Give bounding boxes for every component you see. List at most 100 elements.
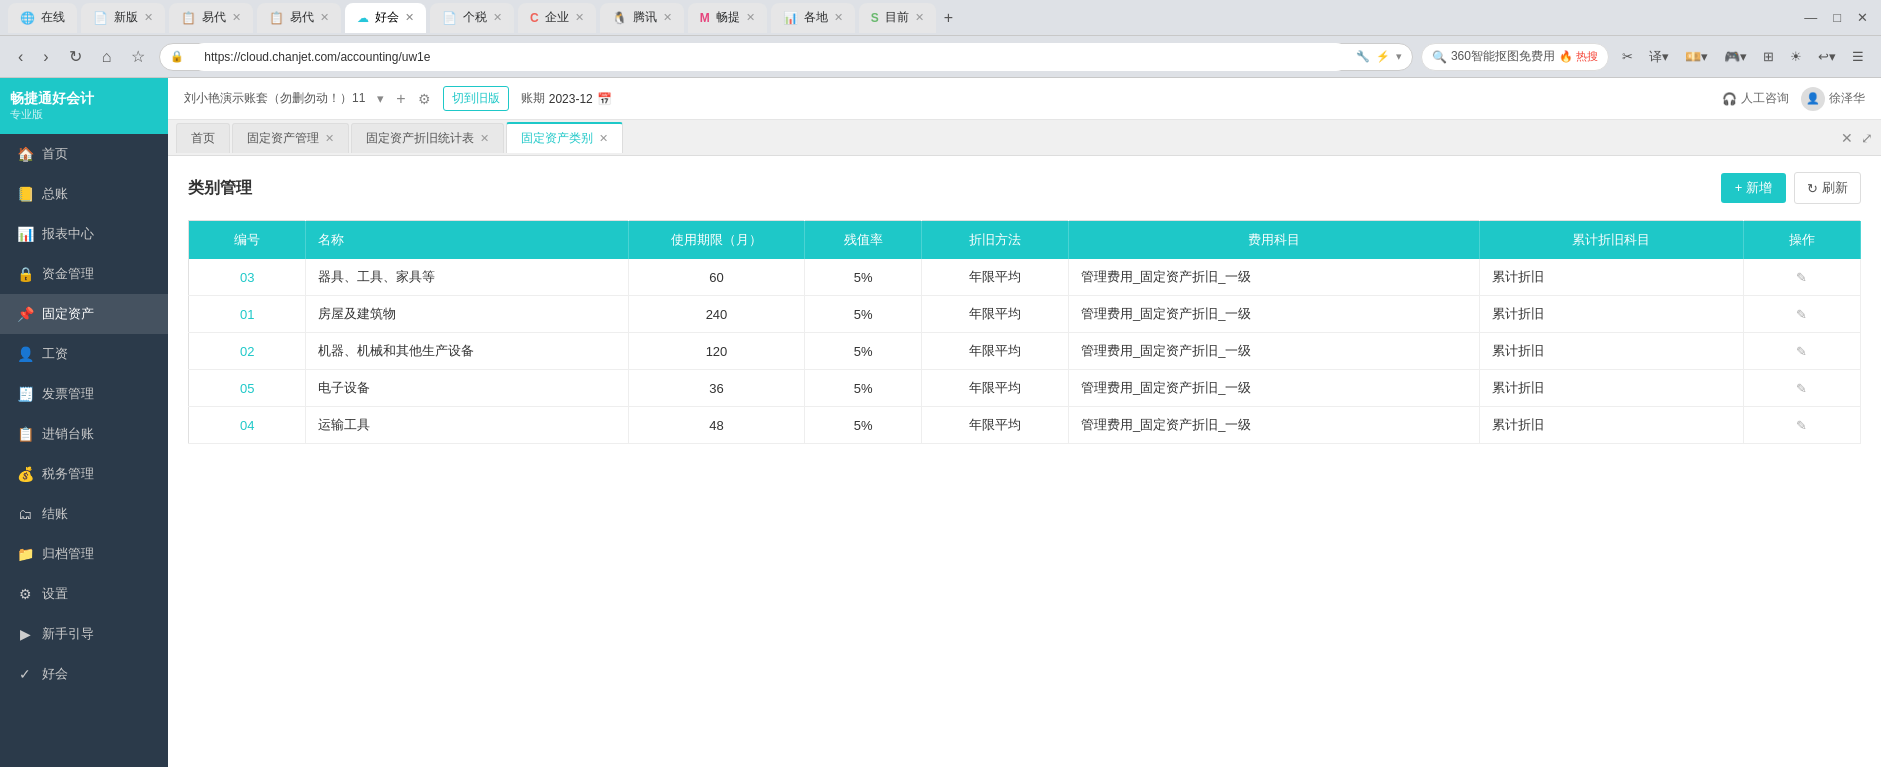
- cell-expense: 管理费用_固定资产折旧_一级: [1068, 259, 1479, 296]
- tab-assets-mgmt[interactable]: 固定资产管理 ✕: [232, 123, 349, 153]
- cell-months: 48: [628, 407, 804, 444]
- add-button[interactable]: + 新增: [1721, 173, 1786, 203]
- edit-icon[interactable]: ✎: [1796, 381, 1807, 396]
- sidebar-item-guide[interactable]: ▶ 新手引导: [0, 614, 168, 654]
- sidebar-item-home[interactable]: 🏠 首页: [0, 134, 168, 174]
- cell-residual: 5%: [804, 259, 921, 296]
- browser-tab-7[interactable]: C 企业 ✕: [518, 3, 596, 33]
- tab-close-3[interactable]: ✕: [232, 11, 241, 24]
- maximize-button[interactable]: □: [1828, 8, 1846, 27]
- edit-icon[interactable]: ✎: [1796, 418, 1807, 433]
- tab-close-7[interactable]: ✕: [575, 11, 584, 24]
- edit-icon[interactable]: ✎: [1796, 270, 1807, 285]
- sidebar-item-archive[interactable]: 📁 归档管理: [0, 534, 168, 574]
- tab-home[interactable]: 首页: [176, 123, 230, 153]
- table-row: 03 器具、工具、家具等 60 5% 年限平均 管理费用_固定资产折旧_一级 累…: [189, 259, 1861, 296]
- browser-tab-10[interactable]: 📊 各地 ✕: [771, 3, 855, 33]
- close-period-icon: 🗂: [16, 506, 34, 522]
- calendar-icon[interactable]: 📅: [597, 92, 612, 106]
- settings-button[interactable]: ⚙: [418, 91, 431, 107]
- browser-tab-8[interactable]: 🐧 腾讯 ✕: [600, 3, 684, 33]
- sidebar-item-ledger[interactable]: 📒 总账: [0, 174, 168, 214]
- sidebar-item-funds[interactable]: 🔒 资金管理: [0, 254, 168, 294]
- headset-icon: 🎧: [1722, 92, 1737, 106]
- address-input[interactable]: [190, 43, 1350, 71]
- tab-close-4[interactable]: ✕: [320, 11, 329, 24]
- sidebar-item-close[interactable]: 🗂 结账: [0, 494, 168, 534]
- table-row: 01 房屋及建筑物 240 5% 年限平均 管理费用_固定资产折旧_一级 累计折…: [189, 296, 1861, 333]
- minimize-button[interactable]: —: [1799, 8, 1822, 27]
- cell-expense: 管理费用_固定资产折旧_一级: [1068, 370, 1479, 407]
- browser-tab-11[interactable]: S 目前 ✕: [859, 3, 936, 33]
- consult-label[interactable]: 🎧 人工咨询: [1722, 90, 1789, 107]
- grid-icon[interactable]: ⊞: [1758, 47, 1779, 66]
- translate-icon[interactable]: 译▾: [1644, 46, 1674, 68]
- browser-tab-3[interactable]: 📋 易代 ✕: [169, 3, 253, 33]
- topbar: 刘小艳演示账套（勿删勿动！）11 ▾ + ⚙ 切到旧版 账期 2023-12 📅…: [168, 78, 1881, 120]
- cut-icon[interactable]: ✂: [1617, 47, 1638, 66]
- sidebar-item-sales[interactable]: 📋 进销台账: [0, 414, 168, 454]
- tab-close-6[interactable]: ✕: [493, 11, 502, 24]
- tab-close-8[interactable]: ✕: [663, 11, 672, 24]
- new-tab-button[interactable]: +: [940, 9, 957, 27]
- table-row: 04 运输工具 48 5% 年限平均 管理费用_固定资产折旧_一级 累计折旧 ✎: [189, 407, 1861, 444]
- switch-version-button[interactable]: 切到旧版: [443, 86, 509, 111]
- bookmark-button[interactable]: ☆: [125, 45, 151, 68]
- page-title: 类别管理: [188, 178, 252, 199]
- sun-icon[interactable]: ☀: [1785, 47, 1807, 66]
- tab-close-11[interactable]: ✕: [915, 11, 924, 24]
- tab-close-9[interactable]: ✕: [746, 11, 755, 24]
- dropdown-button[interactable]: ▾: [377, 91, 384, 106]
- tax-icon: 💰: [16, 466, 34, 482]
- wallet-icon[interactable]: 💴▾: [1680, 47, 1713, 66]
- menu-icon[interactable]: ☰: [1847, 47, 1869, 66]
- game-icon[interactable]: 🎮▾: [1719, 47, 1752, 66]
- add-account-button[interactable]: +: [396, 90, 405, 108]
- tab-close-5[interactable]: ✕: [405, 11, 414, 24]
- cell-name: 房屋及建筑物: [306, 296, 629, 333]
- edit-icon[interactable]: ✎: [1796, 307, 1807, 322]
- sidebar-item-settings[interactable]: ⚙ 设置: [0, 574, 168, 614]
- browser-tab-2[interactable]: 📄 新版 ✕: [81, 3, 165, 33]
- edit-icon[interactable]: ✎: [1796, 344, 1807, 359]
- browser-tab-6[interactable]: 📄 个税 ✕: [430, 3, 514, 33]
- browser-tab-5[interactable]: ☁ 好会 ✕: [345, 3, 426, 33]
- tab-window-close[interactable]: ✕: [1841, 130, 1853, 146]
- home-button[interactable]: ⌂: [96, 46, 118, 68]
- cell-action: ✎: [1743, 259, 1860, 296]
- tab-close-category[interactable]: ✕: [599, 132, 608, 145]
- tab-close-10[interactable]: ✕: [834, 11, 843, 24]
- cell-months: 120: [628, 333, 804, 370]
- sidebar-item-payroll[interactable]: 👤 工资: [0, 334, 168, 374]
- tab-close-2[interactable]: ✕: [144, 11, 153, 24]
- sidebar-item-invoice[interactable]: 🧾 发票管理: [0, 374, 168, 414]
- cell-name: 机器、机械和其他生产设备: [306, 333, 629, 370]
- tab-depreciation-table[interactable]: 固定资产折旧统计表 ✕: [351, 123, 504, 153]
- tab-asset-category[interactable]: 固定资产类别 ✕: [506, 122, 623, 153]
- close-button[interactable]: ✕: [1852, 8, 1873, 27]
- undo-icon[interactable]: ↩▾: [1813, 47, 1841, 66]
- search-bar: 🔍 360智能抠图免费用 🔥 热搜: [1421, 43, 1609, 71]
- browser-chrome: 🌐 在线 📄 新版 ✕ 📋 易代 ✕ 📋 易代 ✕ ☁ 好会 ✕ 📄 个税 ✕ …: [0, 0, 1881, 36]
- topbar-right: 🎧 人工咨询 👤 徐泽华: [1722, 87, 1865, 111]
- refresh-button[interactable]: ↻ 刷新: [1794, 172, 1861, 204]
- user-avatar[interactable]: 👤 徐泽华: [1801, 87, 1865, 111]
- browser-tab-9[interactable]: M 畅提 ✕: [688, 3, 767, 33]
- sidebar-item-haohui[interactable]: ✓ 好会: [0, 654, 168, 694]
- back-button[interactable]: ‹: [12, 46, 29, 68]
- home-icon: 🏠: [16, 146, 34, 162]
- forward-button[interactable]: ›: [37, 46, 54, 68]
- tab-close-depreciation[interactable]: ✕: [480, 132, 489, 145]
- sidebar-item-assets[interactable]: 📌 固定资产: [0, 294, 168, 334]
- browser-tab-1[interactable]: 🌐 在线: [8, 3, 77, 33]
- sidebar-item-reports[interactable]: 📊 报表中心: [0, 214, 168, 254]
- tab-close-assets-mgmt[interactable]: ✕: [325, 132, 334, 145]
- sidebar-item-tax[interactable]: 💰 税务管理: [0, 454, 168, 494]
- reload-button[interactable]: ↻: [63, 45, 88, 68]
- assets-table: 编号 名称 使用期限（月） 残值率 折旧方法 费用科目 累计折旧科目 操作 03…: [188, 220, 1861, 444]
- browser-tab-4[interactable]: 📋 易代 ✕: [257, 3, 341, 33]
- tab-window-expand[interactable]: ⤢: [1861, 130, 1873, 146]
- archive-icon: 📁: [16, 546, 34, 562]
- cell-residual: 5%: [804, 407, 921, 444]
- cell-code: 03: [189, 259, 306, 296]
